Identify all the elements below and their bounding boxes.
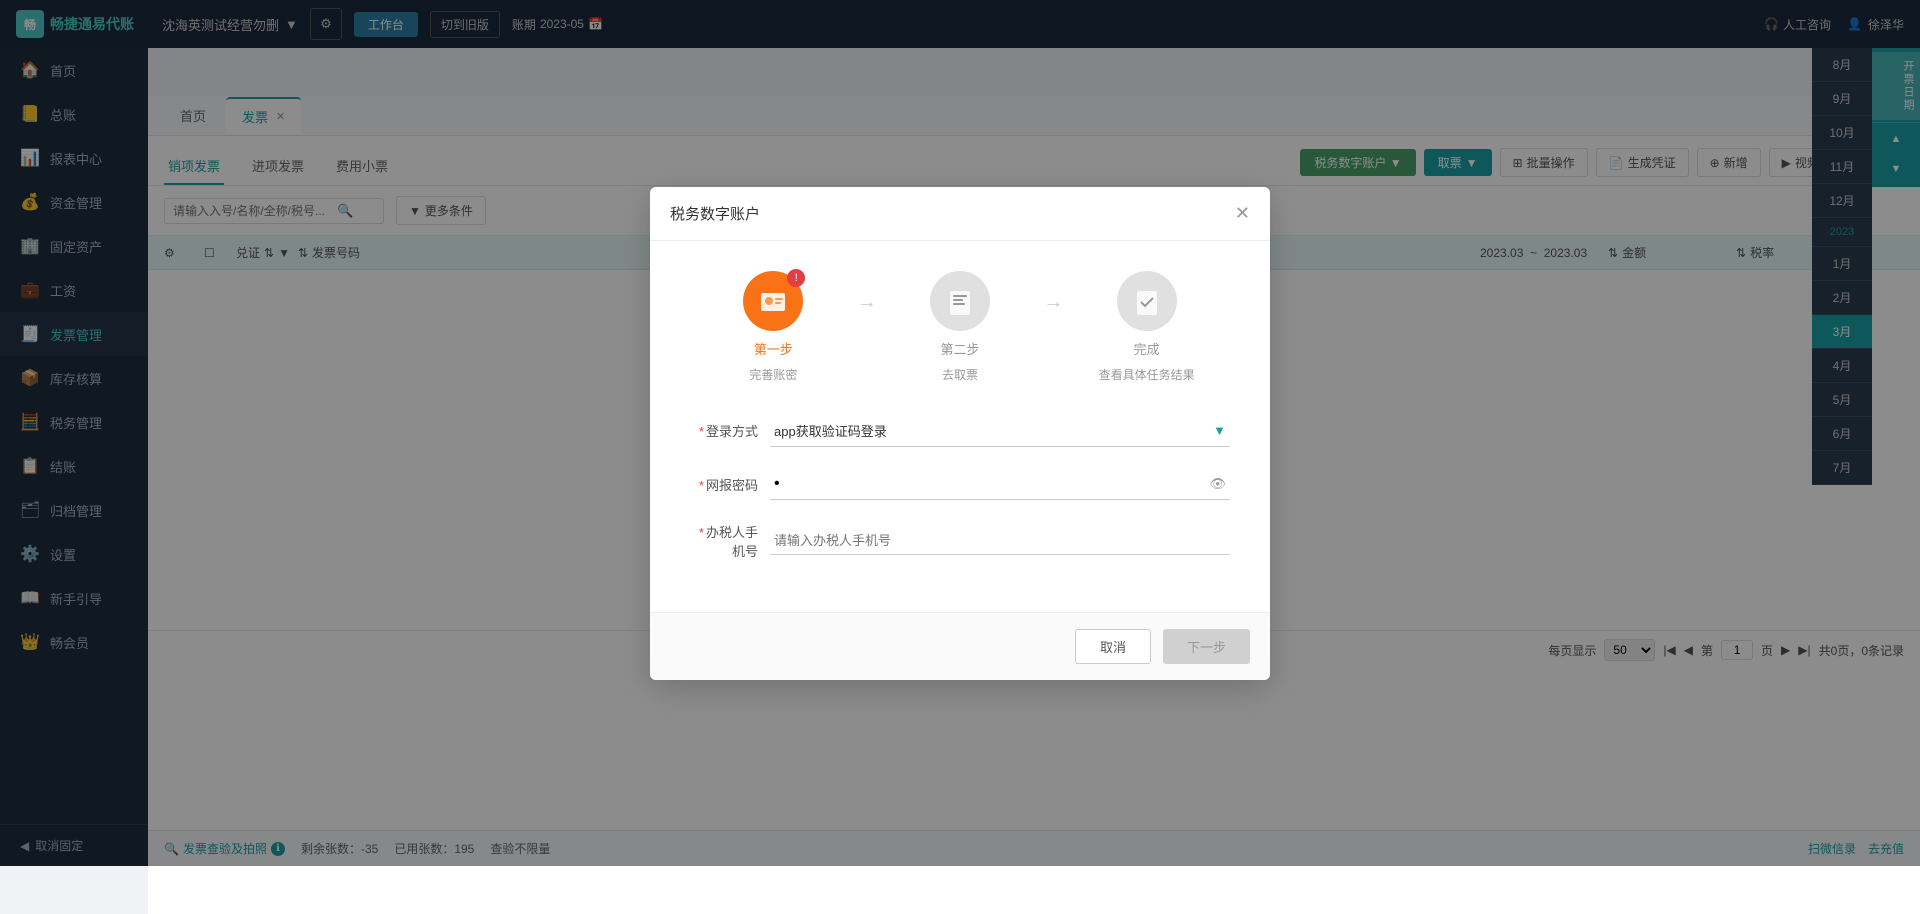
step3-icon-wrap [1117, 271, 1177, 331]
dialog-header: 税务数字账户 ✕ [650, 187, 1270, 241]
phone-input[interactable] [774, 533, 1226, 548]
dropdown-icon: ▼ [1213, 423, 1226, 438]
step1-icon [757, 285, 789, 317]
step1-label: 第一步 [754, 339, 793, 358]
step-arrow-1: → [857, 271, 877, 314]
login-method-row: 登录方式 app获取验证码登录 ▼ [690, 415, 1230, 447]
step1-sublabel: 完善账密 [749, 366, 797, 383]
step2-icon-wrap [930, 271, 990, 331]
next-button[interactable]: 下一步 [1163, 629, 1250, 664]
phone-label: 办税人手机号 [690, 522, 770, 560]
steps-indicator: ! 第一步 完善账密 → [690, 271, 1230, 383]
eye-icon[interactable]: 👁 [1209, 476, 1226, 492]
tax-account-dialog: 税务数字账户 ✕ ! [650, 187, 1270, 680]
dialog-footer: 取消 下一步 [650, 612, 1270, 680]
dialog-body: ! 第一步 完善账密 → [650, 241, 1270, 612]
step1-badge: ! [787, 269, 805, 287]
phone-field [770, 527, 1230, 555]
password-row: 网报密码 👁 [690, 469, 1230, 500]
step2-icon [944, 285, 976, 317]
dialog-close-button[interactable]: ✕ [1235, 204, 1250, 222]
cancel-button[interactable]: 取消 [1075, 629, 1151, 664]
password-input[interactable] [774, 475, 1209, 493]
step3-label: 完成 [1134, 339, 1160, 358]
login-method-select[interactable]: app获取验证码登录 ▼ [770, 415, 1230, 447]
login-method-label: 登录方式 [690, 421, 770, 440]
step2-sublabel: 去取票 [942, 366, 978, 383]
step-arrow-2: → [1043, 271, 1063, 314]
step-3: 完成 查看具体任务结果 [1063, 271, 1230, 383]
step1-icon-wrap: ! [743, 271, 803, 331]
step-1: ! 第一步 完善账密 [690, 271, 857, 383]
step2-label: 第二步 [941, 339, 980, 358]
password-field: 👁 [770, 469, 1230, 500]
password-label: 网报密码 [690, 475, 770, 494]
phone-row: 办税人手机号 [690, 522, 1230, 560]
step-2: 第二步 去取票 [877, 271, 1044, 383]
login-method-value: app获取验证码登录 [774, 421, 887, 440]
step3-icon [1131, 285, 1163, 317]
step3-sublabel: 查看具体任务结果 [1099, 366, 1195, 383]
dialog-title: 税务数字账户 [670, 203, 760, 224]
dialog-overlay: 税务数字账户 ✕ ! [0, 0, 1920, 866]
